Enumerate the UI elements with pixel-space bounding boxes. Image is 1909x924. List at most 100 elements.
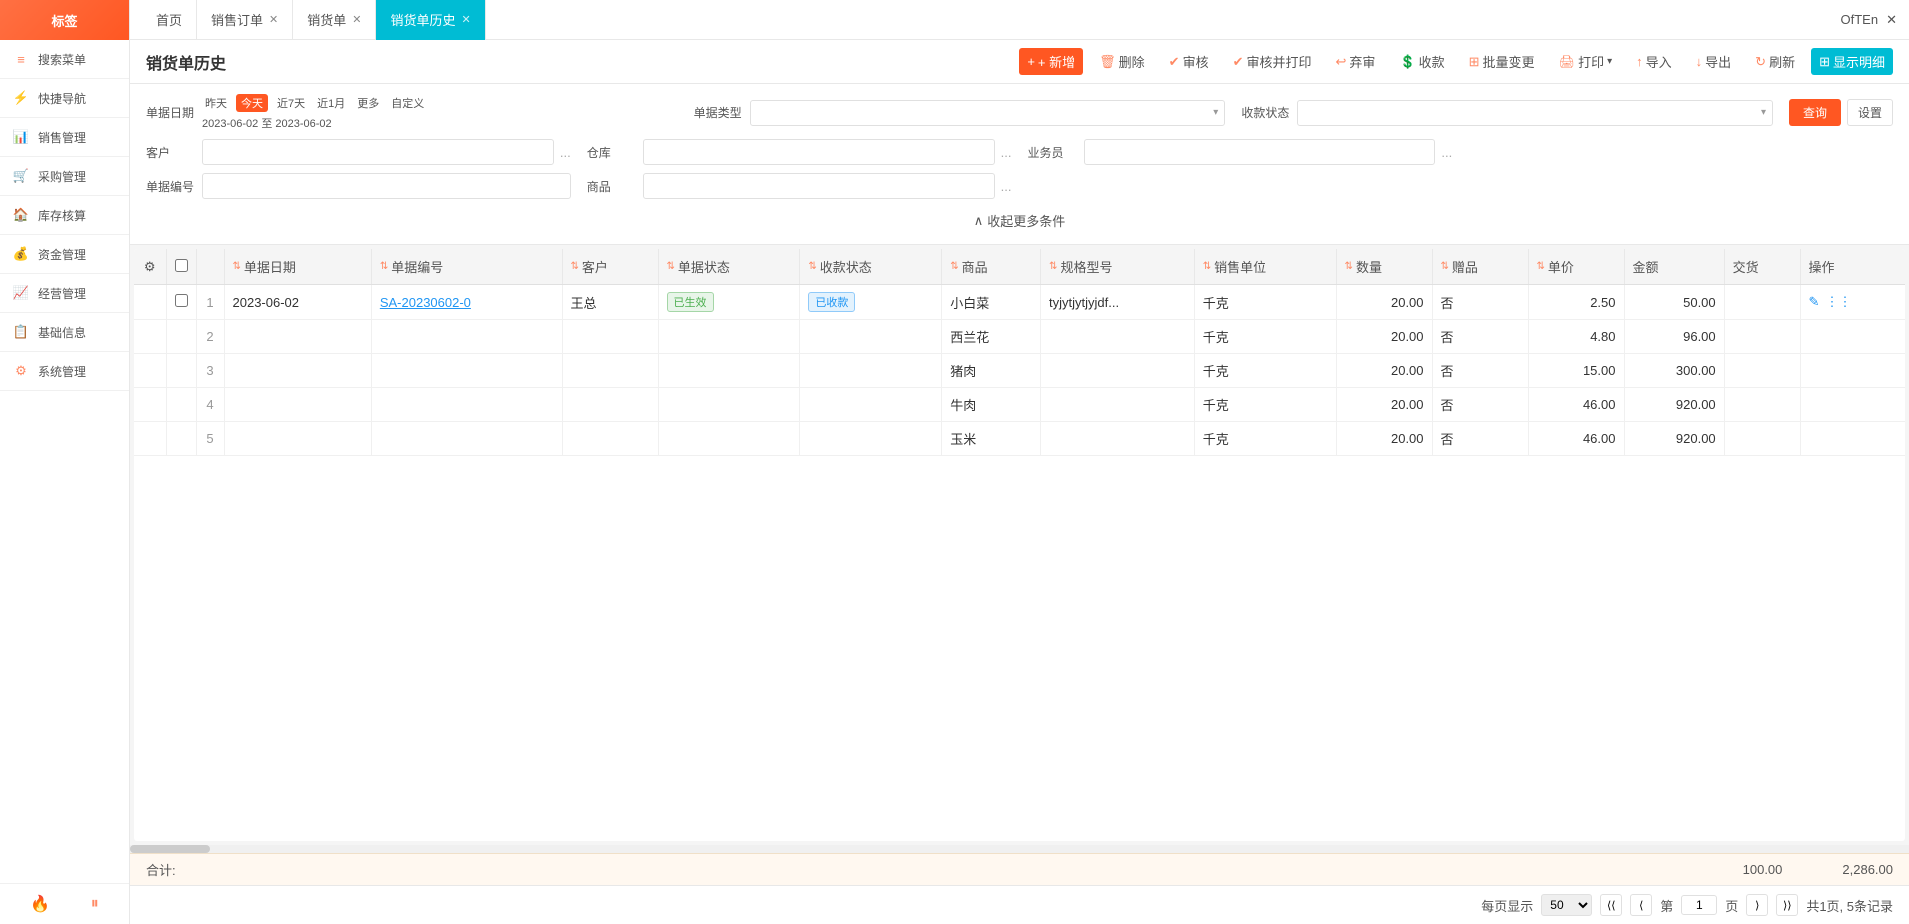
collect-button[interactable]: 💲 收款	[1391, 48, 1452, 75]
checkbox-cell[interactable]	[166, 422, 196, 456]
select-all-checkbox[interactable]	[175, 259, 188, 272]
display-details-button[interactable]: ⊞ 显示明细	[1811, 48, 1893, 75]
rownum-cell: 2	[196, 320, 224, 354]
collapse-button[interactable]: ∧ 收起更多条件	[146, 207, 1893, 234]
checkbox-column-header[interactable]	[166, 249, 196, 285]
warehouse-label: 仓库	[587, 144, 637, 161]
import-button[interactable]: ↑ 导入	[1628, 48, 1680, 75]
often-text: OfTEn	[1841, 12, 1879, 27]
date-btn-yesterday[interactable]: 昨天	[202, 94, 230, 112]
unit-price-column-header[interactable]: ⇅ 单价	[1528, 249, 1624, 285]
review-print-button[interactable]: ✔ 审核并打印	[1225, 48, 1320, 75]
more-icon[interactable]: ⋮⋮	[1825, 294, 1851, 310]
toolbar: + + 新增 🗑 删除 ✔ 审核 ✔ 审核并打印 ↩ 弃审	[1019, 48, 1893, 75]
doc-date-column-header[interactable]: ⇅ 单据日期	[224, 249, 371, 285]
prev-page-btn[interactable]: ⟨	[1630, 894, 1652, 916]
sidebar-item-sales-mgmt[interactable]: 📊 销售管理	[0, 118, 129, 157]
unit-cell: 千克	[1194, 422, 1336, 456]
new-button[interactable]: + + 新增	[1019, 48, 1083, 75]
date-btn-7days[interactable]: 近7天	[274, 94, 308, 112]
per-page-select[interactable]: 50 100 200	[1541, 894, 1592, 916]
finance-icon: 💰	[12, 245, 30, 263]
close-sales-order-tab[interactable]: ✕	[269, 13, 278, 26]
checkbox-cell[interactable]	[166, 354, 196, 388]
date-btn-custom[interactable]: 自定义	[388, 94, 427, 112]
discard-button[interactable]: ↩ 弃审	[1328, 48, 1384, 75]
salesperson-input[interactable]	[1084, 139, 1436, 165]
salesperson-label: 业务员	[1028, 144, 1078, 161]
tab-sales-history[interactable]: 销货单历史 ✕	[376, 0, 485, 40]
gear-column-header[interactable]: ⚙	[134, 249, 166, 285]
scrollbar-thumb[interactable]	[130, 845, 210, 853]
first-page-btn[interactable]: ⟨⟨	[1600, 894, 1622, 916]
review-button[interactable]: ✔ 审核	[1161, 48, 1217, 75]
gift-cell: 否	[1432, 285, 1528, 320]
page-input[interactable]	[1681, 895, 1717, 915]
doc-number-column-header[interactable]: ⇅ 单据编号	[371, 249, 562, 285]
goods-input[interactable]	[643, 173, 995, 199]
sidebar-item-base-info[interactable]: 📋 基础信息	[0, 313, 129, 352]
sidebar-bottom-pause[interactable]: ⏸	[91, 895, 99, 913]
horizontal-scrollbar[interactable]	[130, 845, 1909, 853]
doc-number-link[interactable]: SA-20230602-0	[380, 295, 471, 310]
date-btn-1month[interactable]: 近1月	[314, 94, 348, 112]
unit-cell: 千克	[1194, 320, 1336, 354]
warehouse-input[interactable]	[643, 139, 995, 165]
close-sales-goods-tab[interactable]: ✕	[352, 13, 361, 26]
actions-cell	[1800, 422, 1905, 456]
checkbox-cell[interactable]	[166, 320, 196, 354]
delete-button[interactable]: 🗑 删除	[1091, 48, 1153, 75]
tab-home[interactable]: 首页	[142, 0, 197, 40]
date-btn-more[interactable]: 更多	[354, 94, 382, 112]
customer-input[interactable]	[202, 139, 554, 165]
query-buttons: 查询 设置	[1789, 99, 1893, 126]
query-button[interactable]: 查询	[1789, 99, 1841, 126]
unit-cell: 千克	[1194, 285, 1336, 320]
print-button[interactable]: 🖨 打印 ▾	[1551, 48, 1621, 75]
next-page-btn[interactable]: ⟩	[1746, 894, 1768, 916]
sidebar-bottom-fire[interactable]: 🔥	[30, 894, 50, 914]
checkbox-cell[interactable]	[166, 285, 196, 320]
gear-cell	[134, 422, 166, 456]
batch-change-button[interactable]: ⊞ 批量变更	[1461, 48, 1543, 75]
checkbox-cell[interactable]	[166, 388, 196, 422]
salesperson-dots[interactable]: ...	[1441, 145, 1452, 160]
sidebar-item-quick-nav[interactable]: ⚡ 快捷导航	[0, 79, 129, 118]
gift-column-header[interactable]: ⇅ 赠品	[1432, 249, 1528, 285]
tab-sales-goods[interactable]: 销货单 ✕	[293, 0, 376, 40]
payment-status-select[interactable]: ▾	[1297, 100, 1773, 126]
settings-button[interactable]: 设置	[1847, 99, 1893, 126]
spec-column-header[interactable]: ⇅ 规格型号	[1041, 249, 1195, 285]
quantity-cell: 20.00	[1336, 422, 1432, 456]
quantity-cell: 20.00	[1336, 354, 1432, 388]
operations-icon: 📈	[12, 284, 30, 302]
warehouse-dots[interactable]: ...	[1001, 145, 1012, 160]
goods-column-header[interactable]: ⇅ 商品	[942, 249, 1041, 285]
sidebar-item-purchase-mgmt[interactable]: 🛒 采购管理	[0, 157, 129, 196]
last-page-btn[interactable]: ⟩⟩	[1776, 894, 1798, 916]
goods-dots[interactable]: ...	[1001, 179, 1012, 194]
sidebar-item-inventory-calc[interactable]: 🏠 库存核算	[0, 196, 129, 235]
doc-type-select[interactable]: ▾	[750, 100, 1226, 126]
customer-column-header[interactable]: ⇅ 客户	[562, 249, 658, 285]
date-btn-today[interactable]: 今天	[236, 94, 268, 112]
sidebar-item-finance-mgmt[interactable]: 💰 资金管理	[0, 235, 129, 274]
tab-sales-order[interactable]: 销售订单 ✕	[197, 0, 293, 40]
sidebar-item-system-mgmt[interactable]: ⚙ 系统管理	[0, 352, 129, 391]
date-range: 昨天 今天 近7天 近1月 更多 自定义 2023-06-02 至 2023-0…	[202, 94, 427, 131]
sidebar-item-search-menu[interactable]: ≡ 搜索菜单	[0, 40, 129, 79]
sidebar-item-operations-mgmt[interactable]: 📈 经营管理	[0, 274, 129, 313]
row-checkbox[interactable]	[175, 294, 188, 307]
unit-column-header[interactable]: ⇅ 销售单位	[1194, 249, 1336, 285]
quantity-column-header[interactable]: ⇅ 数量	[1336, 249, 1432, 285]
customer-dots[interactable]: ...	[560, 145, 571, 160]
edit-icon[interactable]: ✎	[1809, 294, 1820, 310]
export-button[interactable]: ↓ 导出	[1688, 48, 1740, 75]
payment-status-column-header[interactable]: ⇅ 收款状态	[800, 249, 942, 285]
doc-status-column-header[interactable]: ⇅ 单据状态	[658, 249, 800, 285]
close-all-btn[interactable]: ✕	[1886, 12, 1897, 28]
doc-number-input[interactable]	[202, 173, 571, 199]
refresh-button[interactable]: ↻ 刷新	[1747, 48, 1803, 75]
close-sales-history-tab[interactable]: ✕	[462, 13, 471, 26]
transaction-column-header: 交货	[1724, 249, 1800, 285]
